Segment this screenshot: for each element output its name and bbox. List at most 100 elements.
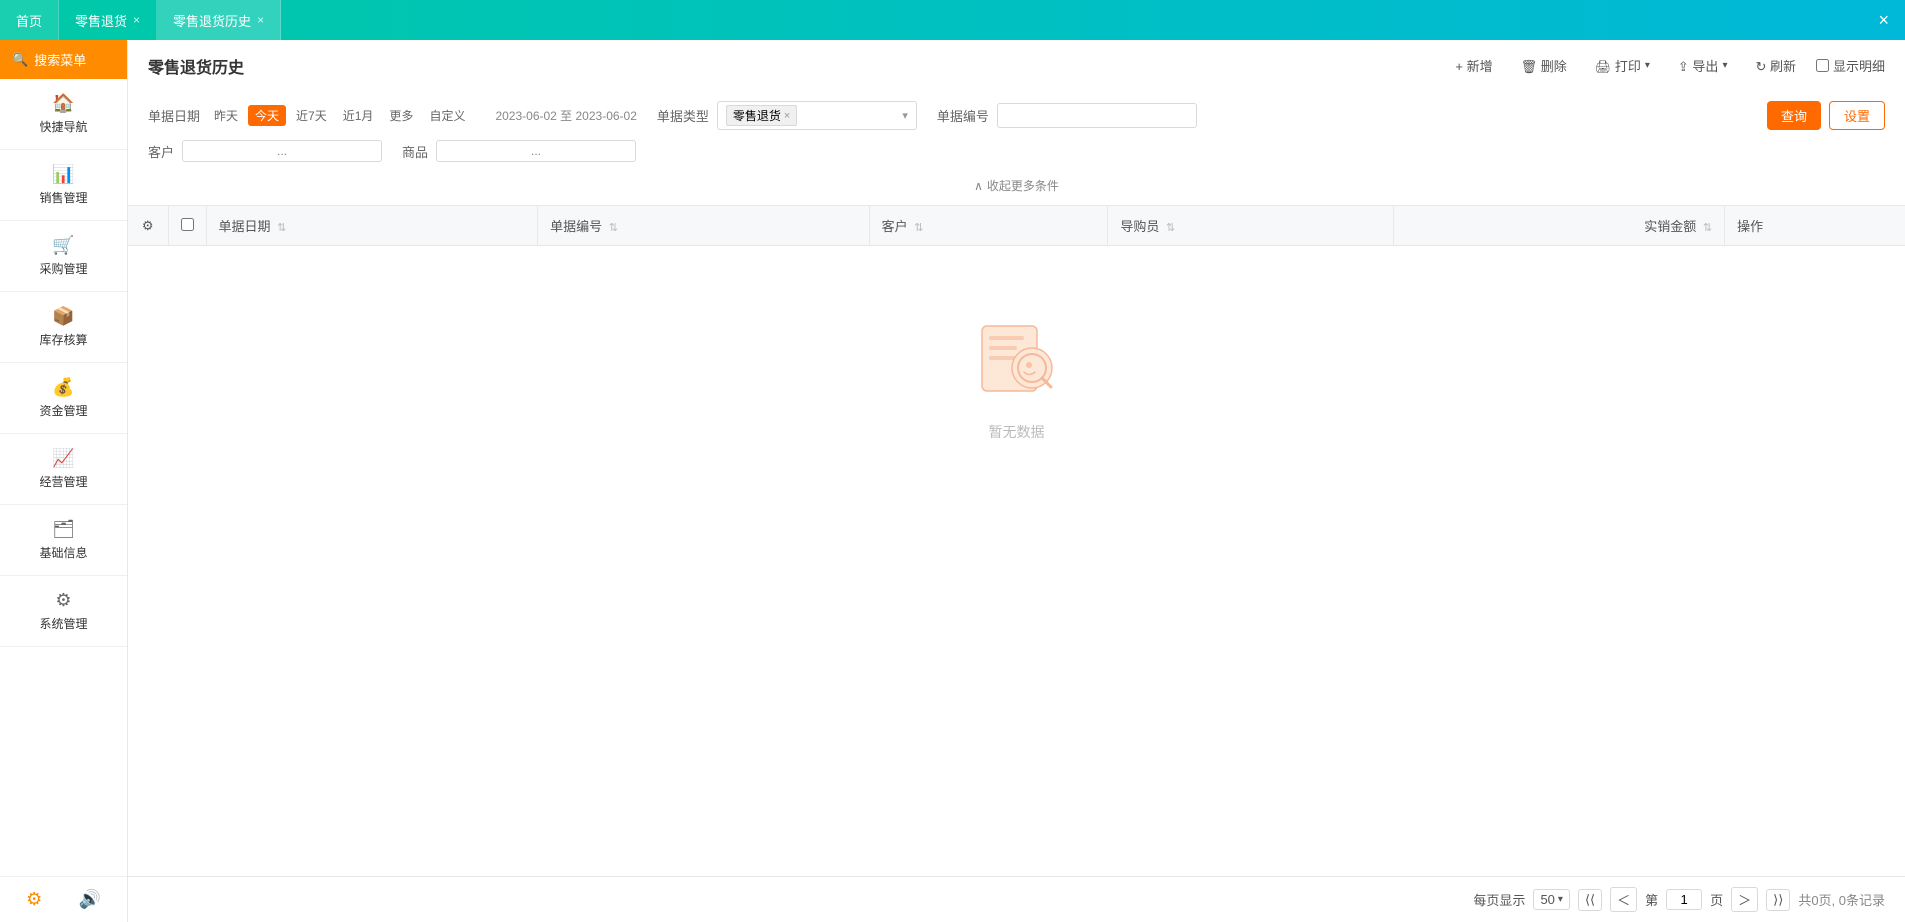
th-amount: 实销金额 ⇅ <box>1393 206 1725 246</box>
date-filter-label: 单据日期 <box>148 106 200 125</box>
th-number: 单据编号 ⇅ <box>538 206 870 246</box>
settings-filter-button[interactable]: 设置 <box>1829 101 1885 130</box>
close-retail-return-tab[interactable]: × <box>133 13 140 27</box>
goods-select-button[interactable]: ... <box>436 140 636 162</box>
sort-amount-icon[interactable]: ⇅ <box>1703 222 1712 234</box>
th-date: 单据日期 ⇅ <box>206 206 538 246</box>
tab-bar: 首页 零售退货 × 零售退货历史 × <box>0 0 1862 40</box>
date-btn-more[interactable]: 更多 <box>383 105 419 126</box>
query-button[interactable]: 查询 <box>1767 101 1821 130</box>
chevron-down-icon: ▾ <box>1645 60 1650 71</box>
main-layout: 🔍 搜索菜单 🏠 快捷导航 📊 销售管理 🛒 采购管理 📦 库存核算 💰 资金管… <box>0 40 1905 922</box>
page-title-row: 零售退货历史 + 新增 🗑 删除 🖨 打印 ▾ ⇪ 导出 ▾ <box>148 52 1885 79</box>
date-range-text: 2023-06-02 至 2023-06-02 <box>495 107 636 124</box>
tab-retail-return[interactable]: 零售退货 × <box>59 0 157 40</box>
next-page-button[interactable]: ＞ <box>1731 887 1758 912</box>
sidebar-item-operations[interactable]: 📈 经营管理 <box>0 434 127 505</box>
page-title: 零售退货历史 <box>148 54 244 78</box>
sidebar-item-system[interactable]: ⚙ 系统管理 <box>0 576 127 647</box>
th-guide: 导购员 ⇅ <box>1108 206 1393 246</box>
date-range-display: 2023-06-02 至 2023-06-02 <box>491 107 636 124</box>
date-btn-custom[interactable]: 自定义 <box>423 105 471 126</box>
customer-select-button[interactable]: ... <box>182 140 382 162</box>
money-icon: 💰 <box>52 377 74 398</box>
operations-icon: 📈 <box>52 448 74 469</box>
show-detail-toggle[interactable]: 显示明细 <box>1816 56 1885 75</box>
data-table: ⚙ 单据日期 ⇅ 单据编号 ⇅ <box>128 206 1905 246</box>
remove-type-tag[interactable]: × <box>784 110 790 122</box>
refresh-button[interactable]: ↻ 刷新 <box>1747 52 1804 79</box>
prev-page-button[interactable]: ＜ <box>1610 887 1637 912</box>
show-detail-checkbox-input[interactable] <box>1816 59 1829 72</box>
date-btn-1month[interactable]: 近1月 <box>337 105 380 126</box>
filter-area: 单据日期 昨天 今天 近7天 近1月 更多 自定义 2023-06-02 至 2… <box>148 91 1885 205</box>
first-page-button[interactable]: ⟨⟨ <box>1578 889 1602 911</box>
last-page-button[interactable]: ⟩⟩ <box>1766 889 1790 911</box>
th-checkbox[interactable] <box>168 206 206 246</box>
type-select-arrow: ▾ <box>902 109 908 122</box>
th-settings[interactable]: ⚙ <box>128 206 168 246</box>
delete-button[interactable]: 🗑 删除 <box>1513 52 1575 79</box>
empty-state: 暂无数据 <box>128 246 1905 502</box>
main-content: 零售退货历史 + 新增 🗑 删除 🖨 打印 ▾ ⇪ 导出 ▾ <box>128 40 1905 922</box>
table-wrapper: ⚙ 单据日期 ⇅ 单据编号 ⇅ <box>128 206 1905 876</box>
sort-guide-icon[interactable]: ⇅ <box>1166 222 1175 234</box>
settings-icon[interactable]: ⚙ <box>142 218 154 233</box>
tab-retail-return-history[interactable]: 零售退货历史 × <box>157 0 281 40</box>
collapse-row: ∧ 收起更多条件 <box>148 172 1885 205</box>
empty-illustration <box>967 306 1067 406</box>
sidebar-item-finance[interactable]: 💰 资金管理 <box>0 363 127 434</box>
sort-date-icon[interactable]: ⇅ <box>277 222 286 234</box>
sound-bottom-button[interactable]: 🔊 <box>78 889 100 910</box>
sort-number-icon[interactable]: ⇅ <box>609 222 618 234</box>
home-icon: 🏠 <box>52 93 74 114</box>
sidebar-bottom: ⚙ 🔊 <box>0 876 127 922</box>
table-area: ⚙ 单据日期 ⇅ 单据编号 ⇅ <box>128 206 1905 922</box>
search-menu-button[interactable]: 🔍 搜索菜单 <box>0 40 127 79</box>
page-header: 零售退货历史 + 新增 🗑 删除 🖨 打印 ▾ ⇪ 导出 ▾ <box>128 40 1905 206</box>
close-retail-return-history-tab[interactable]: × <box>257 13 264 27</box>
date-filter-buttons: 昨天 今天 近7天 近1月 更多 自定义 <box>208 105 471 126</box>
sidebar-item-purchase[interactable]: 🛒 采购管理 <box>0 221 127 292</box>
voucher-type-group: 单据类型 零售退货 × ▾ <box>657 101 917 130</box>
current-page-input[interactable] <box>1666 889 1702 910</box>
page-size-arrow: ▾ <box>1558 894 1563 905</box>
sidebar-item-quick-nav[interactable]: 🏠 快捷导航 <box>0 79 127 150</box>
print-button[interactable]: 🖨 打印 ▾ <box>1587 52 1658 79</box>
export-button[interactable]: ⇪ 导出 ▾ <box>1670 52 1736 79</box>
sort-customer-icon[interactable]: ⇅ <box>914 222 923 234</box>
date-filter-group: 单据日期 昨天 今天 近7天 近1月 更多 自定义 <box>148 105 471 126</box>
box-icon: 📦 <box>52 306 74 327</box>
cart-icon: 🛒 <box>52 235 74 256</box>
collapse-button[interactable]: ∧ 收起更多条件 <box>964 174 1069 197</box>
search-icon: 🔍 <box>12 52 28 68</box>
date-btn-7days[interactable]: 近7天 <box>290 105 333 126</box>
date-btn-yesterday[interactable]: 昨天 <box>208 105 244 126</box>
filter-row-2: 客户 ... 商品 ... <box>148 140 1885 162</box>
voucher-number-input[interactable] <box>997 103 1197 128</box>
window-close-button[interactable]: × <box>1862 10 1905 31</box>
settings-bottom-button[interactable]: ⚙ <box>26 889 42 910</box>
date-btn-today[interactable]: 今天 <box>248 105 286 126</box>
page-label: 第 <box>1645 890 1658 909</box>
table-header-row: ⚙ 单据日期 ⇅ 单据编号 ⇅ <box>128 206 1905 246</box>
page-size-label: 每页显示 <box>1473 890 1525 909</box>
sidebar-item-basic-info[interactable]: 🗂 基础信息 <box>0 505 127 576</box>
top-bar: 首页 零售退货 × 零售退货历史 × × <box>0 0 1905 40</box>
empty-text: 暂无数据 <box>989 422 1045 442</box>
sidebar-item-sales[interactable]: 📊 销售管理 <box>0 150 127 221</box>
chevron-down-icon-export: ▾ <box>1722 60 1727 71</box>
add-button[interactable]: + 新增 <box>1447 52 1500 79</box>
customer-label: 客户 <box>148 142 174 161</box>
chart-icon: 📊 <box>52 164 74 185</box>
tab-home[interactable]: 首页 <box>0 0 59 40</box>
sidebar-item-inventory[interactable]: 📦 库存核算 <box>0 292 127 363</box>
page-size-value: 50 <box>1540 892 1554 907</box>
select-all-checkbox[interactable] <box>181 218 194 231</box>
page-size-select[interactable]: 50 ▾ <box>1533 889 1570 910</box>
voucher-type-select[interactable]: 零售退货 × ▾ <box>717 101 917 130</box>
toolbar: + 新增 🗑 删除 🖨 打印 ▾ ⇪ 导出 ▾ ↻ 刷新 <box>1447 52 1885 79</box>
customer-filter-group: 客户 ... <box>148 140 382 162</box>
page-unit: 页 <box>1710 890 1723 909</box>
chevron-up-icon: ∧ <box>974 179 983 193</box>
